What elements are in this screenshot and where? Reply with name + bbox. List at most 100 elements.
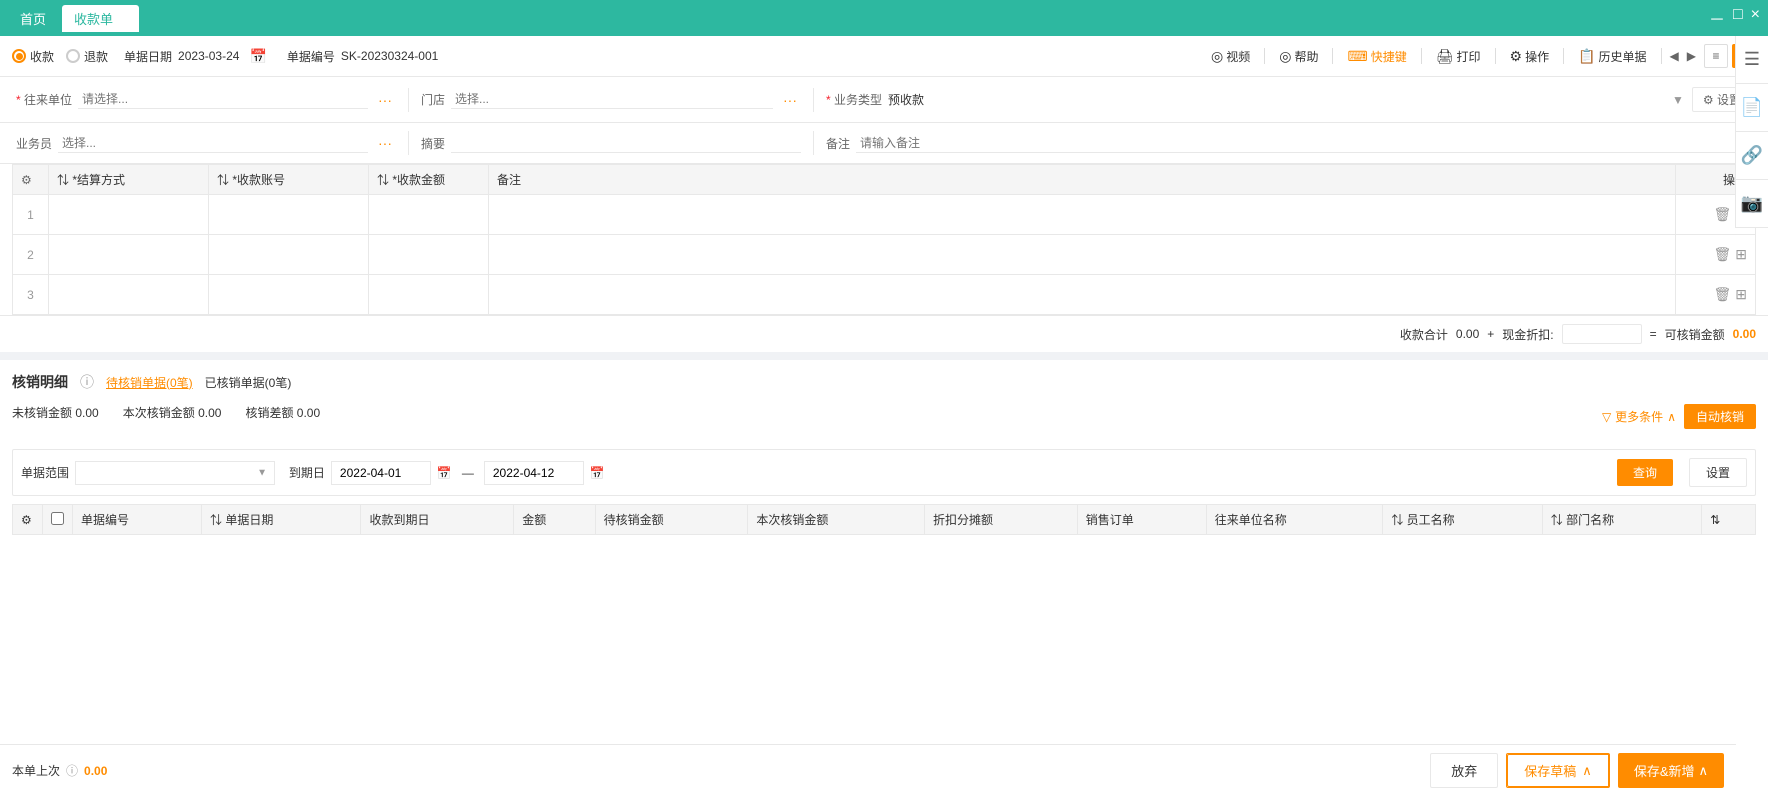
row-2-copy-icon[interactable]: ⊞ xyxy=(1735,246,1747,263)
row-3-amount[interactable] xyxy=(369,275,489,315)
history-icon: 📋 xyxy=(1578,48,1595,65)
history-btn[interactable]: 📋 历史单据 xyxy=(1572,46,1652,67)
col-salesorder-header: 往来单位名称 xyxy=(1206,505,1383,535)
nav-receipt[interactable]: 收款单 × xyxy=(62,5,139,32)
row-2-remark[interactable] xyxy=(489,235,1676,275)
footer-left: 本单上次 ⓘ 0.00 xyxy=(12,762,107,779)
row-3-account[interactable] xyxy=(209,275,369,315)
save-btn-group: 保存草稿 ∧ xyxy=(1506,753,1610,788)
operation-btn[interactable]: ⚙ 操作 xyxy=(1504,46,1556,67)
footer-info-icon[interactable]: ⓘ xyxy=(66,762,78,779)
nav-next-icon[interactable]: ▶ xyxy=(1687,49,1696,63)
row-1-settle[interactable] xyxy=(49,195,209,235)
table-settings-icon-2[interactable]: ⚙ xyxy=(21,513,32,527)
nav-home[interactable]: 首页 xyxy=(8,5,58,32)
counterparty-more-icon[interactable]: ··· xyxy=(374,92,396,108)
save-new-btn[interactable]: 保存&新增 ∧ xyxy=(1618,753,1724,788)
receipt-table: ⚙ ⇅ *结算方式 ⇅ *收款账号 ⇅ *收款金额 备注 操作 xyxy=(12,164,1756,315)
video-icon: ◎ xyxy=(1211,48,1223,65)
save-draft-btn[interactable]: 保存草稿 ∧ xyxy=(1507,754,1609,787)
date-value[interactable]: 2023-03-24 xyxy=(178,49,239,63)
diff-stat: 核销差额 0.00 xyxy=(245,404,320,437)
calendar-icon[interactable]: 📅 xyxy=(245,46,270,67)
select-all-checkbox[interactable] xyxy=(51,512,64,525)
row-1-delete-icon[interactable]: 🗑 xyxy=(1713,206,1731,223)
row-2-account[interactable] xyxy=(209,235,369,275)
right-panel: ☰ 📄 🔗 📷 xyxy=(1735,36,1768,228)
radio-receipt[interactable]: 收款 xyxy=(12,48,54,65)
store-more-icon[interactable]: ··· xyxy=(779,92,801,108)
row-1-amount[interactable] xyxy=(369,195,489,235)
store-input[interactable] xyxy=(451,90,773,109)
minimize-icon[interactable]: － xyxy=(1709,6,1725,30)
col-settings-header: ⚙ xyxy=(13,165,49,195)
print-btn[interactable]: 🖨 打印 xyxy=(1430,46,1487,67)
list-view-btn[interactable]: ≡ xyxy=(1704,44,1728,68)
from-date-input[interactable] xyxy=(331,461,431,485)
radio-receipt-circle xyxy=(12,49,26,63)
row-2-amount[interactable] xyxy=(369,235,489,275)
row-1-account[interactable] xyxy=(209,195,369,235)
salesman-input[interactable] xyxy=(58,134,368,153)
remark-input[interactable] xyxy=(856,134,1752,153)
to-date-calendar-icon[interactable]: 📅 xyxy=(590,466,605,480)
row-3-settle[interactable] xyxy=(49,275,209,315)
summary-input[interactable] xyxy=(451,134,801,153)
discount-input[interactable] xyxy=(1562,324,1642,344)
more-conditions-btn[interactable]: ▽ 更多条件 ∧ xyxy=(1602,408,1676,425)
right-panel-btn-4[interactable]: 📷 xyxy=(1736,180,1768,228)
nav-prev-icon[interactable]: ◀ xyxy=(1670,49,1679,63)
maximize-icon[interactable]: □ xyxy=(1733,6,1743,30)
right-panel-btn-3[interactable]: 🔗 xyxy=(1736,132,1768,180)
col-amount-header: ⇅ *收款金额 xyxy=(369,165,489,195)
help-btn[interactable]: ◎ 帮助 xyxy=(1273,46,1324,67)
row-3-copy-icon[interactable]: ⊞ xyxy=(1735,286,1747,303)
filter-settings-btn[interactable]: 设置 xyxy=(1689,458,1747,487)
from-date-calendar-icon[interactable]: 📅 xyxy=(437,466,452,480)
range-field: 单据范围 ▼ xyxy=(21,461,273,485)
abandon-btn[interactable]: 放弃 xyxy=(1430,753,1498,788)
summary-label: 摘要 xyxy=(421,135,445,152)
row-3-delete-icon[interactable]: 🗑 xyxy=(1713,286,1731,303)
table-settings-icon[interactable]: ⚙ xyxy=(21,173,32,187)
footer-order-value: 0.00 xyxy=(84,764,107,778)
number-label: 单据编号 xyxy=(287,48,335,65)
right-panel-btn-2[interactable]: 📄 xyxy=(1736,84,1768,132)
writeoff-table: ⚙ 单据编号 ⇅ 单据日期 收款到期日 金额 待核销金额 本次核销金额 xyxy=(12,504,1756,535)
save-new-arrow-icon: ∧ xyxy=(1698,763,1708,779)
row-1-remark[interactable] xyxy=(489,195,1676,235)
row-2-delete-icon[interactable]: 🗑 xyxy=(1713,246,1731,263)
col-remark-header: 备注 xyxy=(489,165,1676,195)
salesman-field: 业务员 ··· xyxy=(16,134,396,153)
right-panel-btn-1[interactable]: ☰ xyxy=(1736,36,1768,84)
biz-type-dropdown-icon[interactable]: ▼ xyxy=(1672,93,1684,107)
filter-icon: ▽ xyxy=(1602,410,1611,424)
summary-field: 摘要 xyxy=(421,134,801,153)
video-btn[interactable]: ◎ 视频 xyxy=(1205,46,1256,67)
salesman-more-icon[interactable]: ··· xyxy=(374,135,396,151)
done-tab[interactable]: 已核销单据(0笔) xyxy=(205,374,292,391)
table-row: 1 🗑 ⊞ xyxy=(13,195,1756,235)
shortcut-btn[interactable]: ⌨ 快捷键 xyxy=(1341,46,1412,67)
range-select[interactable] xyxy=(75,461,275,485)
col-docno-header: ⇅ 单据日期 xyxy=(201,505,360,535)
radio-refund[interactable]: 退款 xyxy=(66,48,108,65)
col-pending-header: 本次核销金额 xyxy=(748,505,925,535)
counterparty-label: 往来单位 xyxy=(16,91,72,108)
due-date-field: 到期日 📅 — 📅 xyxy=(289,461,605,485)
close-tab-icon[interactable]: × xyxy=(119,11,127,27)
writeoff-info-icon[interactable]: ⓘ xyxy=(80,372,94,392)
row-3-num: 3 xyxy=(13,275,49,315)
row-2-settle[interactable] xyxy=(49,235,209,275)
receipt-type-group: 收款 退款 xyxy=(12,48,108,65)
to-date-input[interactable] xyxy=(484,461,584,485)
col-settle-header: ⇅ *结算方式 xyxy=(49,165,209,195)
close-window-icon[interactable]: × xyxy=(1751,6,1760,30)
counterparty-input[interactable] xyxy=(78,90,368,109)
row-3-remark[interactable] xyxy=(489,275,1676,315)
pending-tab[interactable]: 待核销单据(0笔) xyxy=(106,374,193,391)
auto-writeoff-btn[interactable]: 自动核销 xyxy=(1684,404,1756,429)
query-btn[interactable]: 查询 xyxy=(1617,459,1673,486)
row-3-ops: 🗑 ⊞ xyxy=(1676,275,1756,315)
available-value: 0.00 xyxy=(1733,327,1756,341)
